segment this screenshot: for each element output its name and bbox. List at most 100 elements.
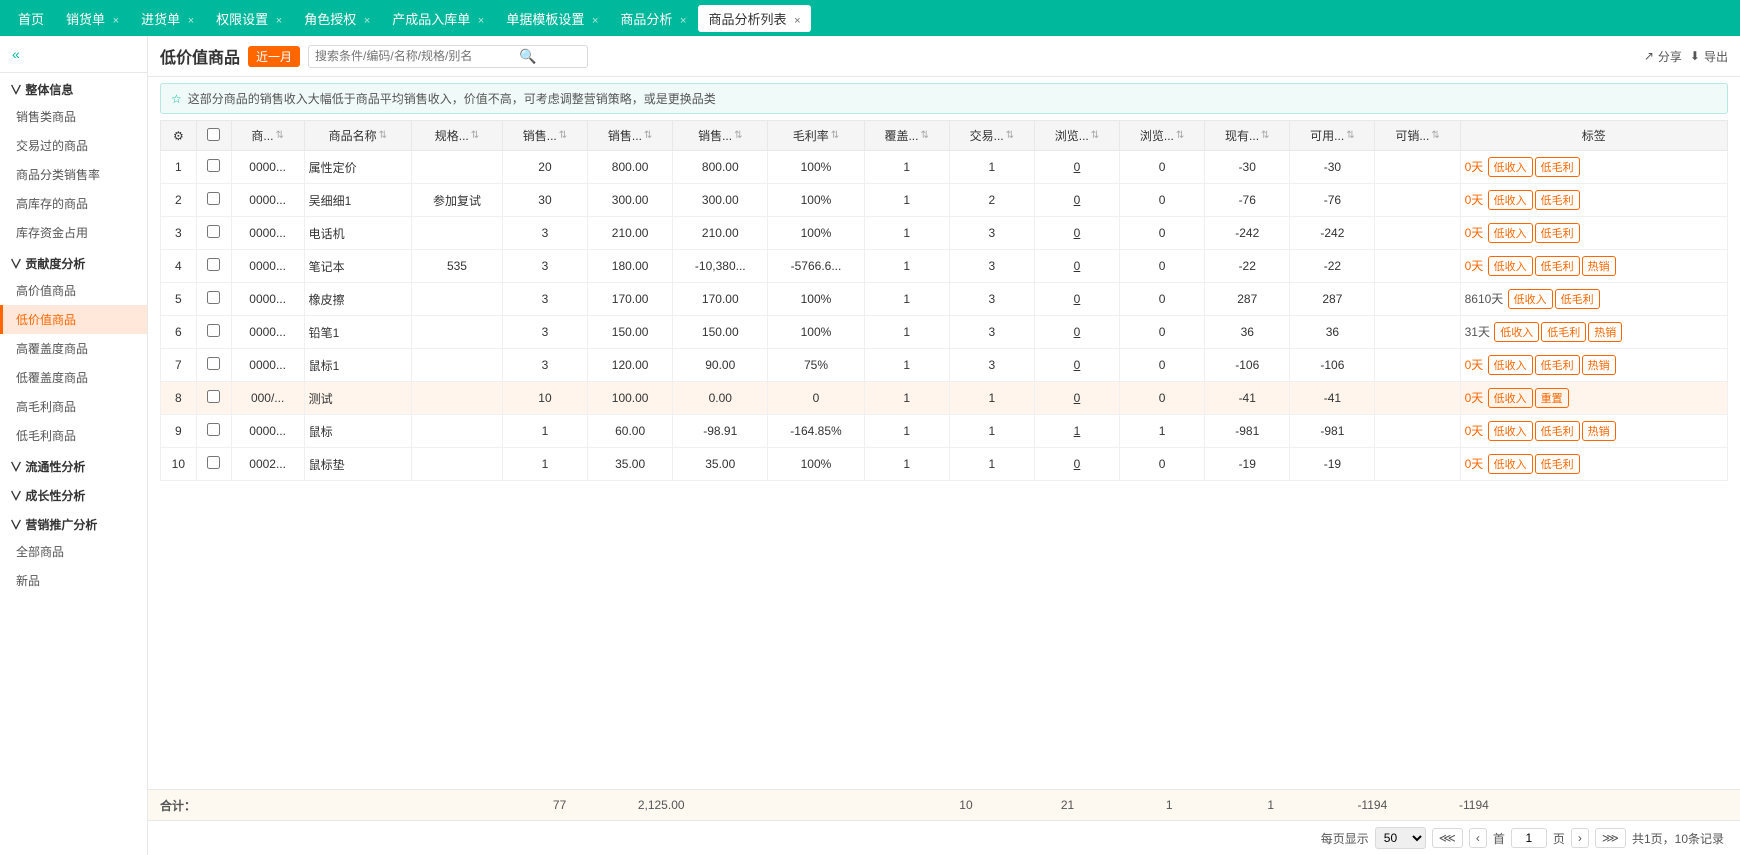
browse-link[interactable]: 0 — [1074, 457, 1081, 471]
col-browse2[interactable]: 浏览...⇅ — [1120, 121, 1205, 151]
close-permissions-icon[interactable]: × — [276, 15, 282, 27]
sidebar-collapse-btn[interactable]: « — [8, 42, 24, 66]
sidebar-item-sales-products[interactable]: 销售类商品 — [0, 102, 147, 131]
cell-checkbox[interactable] — [196, 151, 231, 184]
cell-checkbox[interactable] — [196, 382, 231, 415]
sidebar-item-low-margin[interactable]: 低毛利商品 — [0, 421, 147, 450]
nav-home[interactable]: 首页 — [8, 5, 54, 32]
sidebar-item-high-value[interactable]: 高价值商品 — [0, 276, 147, 305]
sort-saleable-icon[interactable]: ⇅ — [1431, 130, 1439, 141]
browse-link[interactable]: 0 — [1074, 226, 1081, 240]
close-purchase-icon[interactable]: × — [188, 15, 194, 27]
cell-checkbox[interactable] — [196, 250, 231, 283]
last-page-btn[interactable]: ⋙ — [1595, 828, 1626, 848]
sort-qty-icon[interactable]: ⇅ — [559, 130, 567, 141]
row-checkbox[interactable] — [207, 456, 220, 469]
col-browse1[interactable]: 浏览...⇅ — [1034, 121, 1119, 151]
sidebar-group-circulation[interactable]: ∨ 流通性分析 — [0, 450, 147, 479]
row-checkbox[interactable] — [207, 159, 220, 172]
prev-page-btn[interactable]: ‹ — [1469, 828, 1487, 848]
col-available[interactable]: 可用...⇅ — [1290, 121, 1375, 151]
sidebar-item-low-coverage[interactable]: 低覆盖度商品 — [0, 363, 147, 392]
nav-template[interactable]: 单据模板设置 × — [496, 5, 608, 32]
sort-amount-icon[interactable]: ⇅ — [734, 130, 742, 141]
col-sales-price[interactable]: 销售...⇅ — [588, 121, 673, 151]
row-checkbox[interactable] — [207, 357, 220, 370]
nav-purchase[interactable]: 进货单 × — [131, 5, 204, 32]
cell-checkbox[interactable] — [196, 349, 231, 382]
col-code[interactable]: 商...⇅ — [231, 121, 304, 151]
sidebar-item-all-products[interactable]: 全部商品 — [0, 537, 147, 566]
select-all-checkbox[interactable] — [207, 128, 220, 141]
browse-link[interactable]: 0 — [1074, 292, 1081, 306]
col-current-stock[interactable]: 现有...⇅ — [1205, 121, 1290, 151]
browse-link[interactable]: 0 — [1074, 160, 1081, 174]
cell-checkbox[interactable] — [196, 415, 231, 448]
sort-browse2-icon[interactable]: ⇅ — [1176, 130, 1184, 141]
cell-checkbox[interactable] — [196, 283, 231, 316]
browse-link[interactable]: 0 — [1074, 391, 1081, 405]
row-checkbox[interactable] — [207, 258, 220, 271]
col-name[interactable]: 商品名称⇅ — [304, 121, 411, 151]
browse-link[interactable]: 1 — [1074, 424, 1081, 438]
page-input[interactable] — [1511, 828, 1547, 848]
search-input[interactable] — [315, 49, 515, 63]
sidebar-item-low-value[interactable]: 低价值商品 — [0, 305, 147, 334]
close-analysis-list-icon[interactable]: × — [794, 15, 800, 27]
row-checkbox[interactable] — [207, 390, 220, 403]
nav-product-inbound[interactable]: 产成品入库单 × — [382, 5, 494, 32]
col-coverage[interactable]: 覆盖...⇅ — [864, 121, 949, 151]
nav-product-analysis[interactable]: 商品分析 × — [610, 5, 696, 32]
share-button[interactable]: ↗ 分享 — [1644, 48, 1682, 65]
cell-checkbox[interactable] — [196, 217, 231, 250]
search-icon[interactable]: 🔍 — [519, 48, 536, 65]
export-button[interactable]: ⬇ 导出 — [1690, 48, 1728, 65]
col-gross-margin[interactable]: 毛利率⇅ — [768, 121, 864, 151]
row-checkbox[interactable] — [207, 192, 220, 205]
col-transactions[interactable]: 交易...⇅ — [949, 121, 1034, 151]
sidebar-item-high-coverage[interactable]: 高覆盖度商品 — [0, 334, 147, 363]
sidebar-group-overall[interactable]: ∨ 整体信息 — [0, 73, 147, 102]
sort-coverage-icon[interactable]: ⇅ — [920, 130, 928, 141]
sort-transactions-icon[interactable]: ⇅ — [1006, 130, 1014, 141]
cell-checkbox[interactable] — [196, 448, 231, 481]
nav-roles[interactable]: 角色授权 × — [294, 5, 380, 32]
next-page-btn[interactable]: › — [1571, 828, 1589, 848]
sort-available-icon[interactable]: ⇅ — [1346, 130, 1354, 141]
first-page-btn[interactable]: ⋘ — [1432, 828, 1463, 848]
date-range-tag[interactable]: 近一月 — [248, 46, 300, 67]
sidebar-item-high-margin[interactable]: 高毛利商品 — [0, 392, 147, 421]
sidebar-item-high-stock[interactable]: 高库存的商品 — [0, 189, 147, 218]
close-roles-icon[interactable]: × — [364, 15, 370, 27]
row-checkbox[interactable] — [207, 225, 220, 238]
sort-stock-icon[interactable]: ⇅ — [1261, 130, 1269, 141]
sidebar-item-stock-capital[interactable]: 库存资金占用 — [0, 218, 147, 247]
nav-analysis-list[interactable]: 商品分析列表 × — [698, 5, 810, 32]
close-template-icon[interactable]: × — [592, 15, 598, 27]
cell-checkbox[interactable] — [196, 184, 231, 217]
cell-checkbox[interactable] — [196, 316, 231, 349]
sidebar-item-traded-products[interactable]: 交易过的商品 — [0, 131, 147, 160]
sort-name-icon[interactable]: ⇅ — [379, 130, 387, 141]
close-analysis-icon[interactable]: × — [680, 15, 686, 27]
browse-link[interactable]: 0 — [1074, 325, 1081, 339]
sidebar-group-growth[interactable]: ∨ 成长性分析 — [0, 479, 147, 508]
row-checkbox[interactable] — [207, 291, 220, 304]
sidebar-item-category-sales[interactable]: 商品分类销售率 — [0, 160, 147, 189]
browse-link[interactable]: 0 — [1074, 259, 1081, 273]
sidebar-item-new-products[interactable]: 新品 — [0, 566, 147, 595]
col-settings[interactable]: ⚙ — [161, 121, 197, 151]
sort-code-icon[interactable]: ⇅ — [275, 130, 283, 141]
close-inbound-icon[interactable]: × — [478, 15, 484, 27]
sort-margin-icon[interactable]: ⇅ — [831, 130, 839, 141]
row-checkbox[interactable] — [207, 423, 220, 436]
sidebar-group-contribution[interactable]: ∨ 贡献度分析 — [0, 247, 147, 276]
col-sales-amount[interactable]: 销售...⇅ — [673, 121, 768, 151]
col-saleable[interactable]: 可销...⇅ — [1375, 121, 1460, 151]
page-size-select[interactable]: 20 50 100 — [1375, 827, 1426, 849]
sort-price-icon[interactable]: ⇅ — [644, 130, 652, 141]
row-checkbox[interactable] — [207, 324, 220, 337]
sort-spec-icon[interactable]: ⇅ — [471, 130, 479, 141]
sort-browse1-icon[interactable]: ⇅ — [1091, 130, 1099, 141]
browse-link[interactable]: 0 — [1074, 358, 1081, 372]
